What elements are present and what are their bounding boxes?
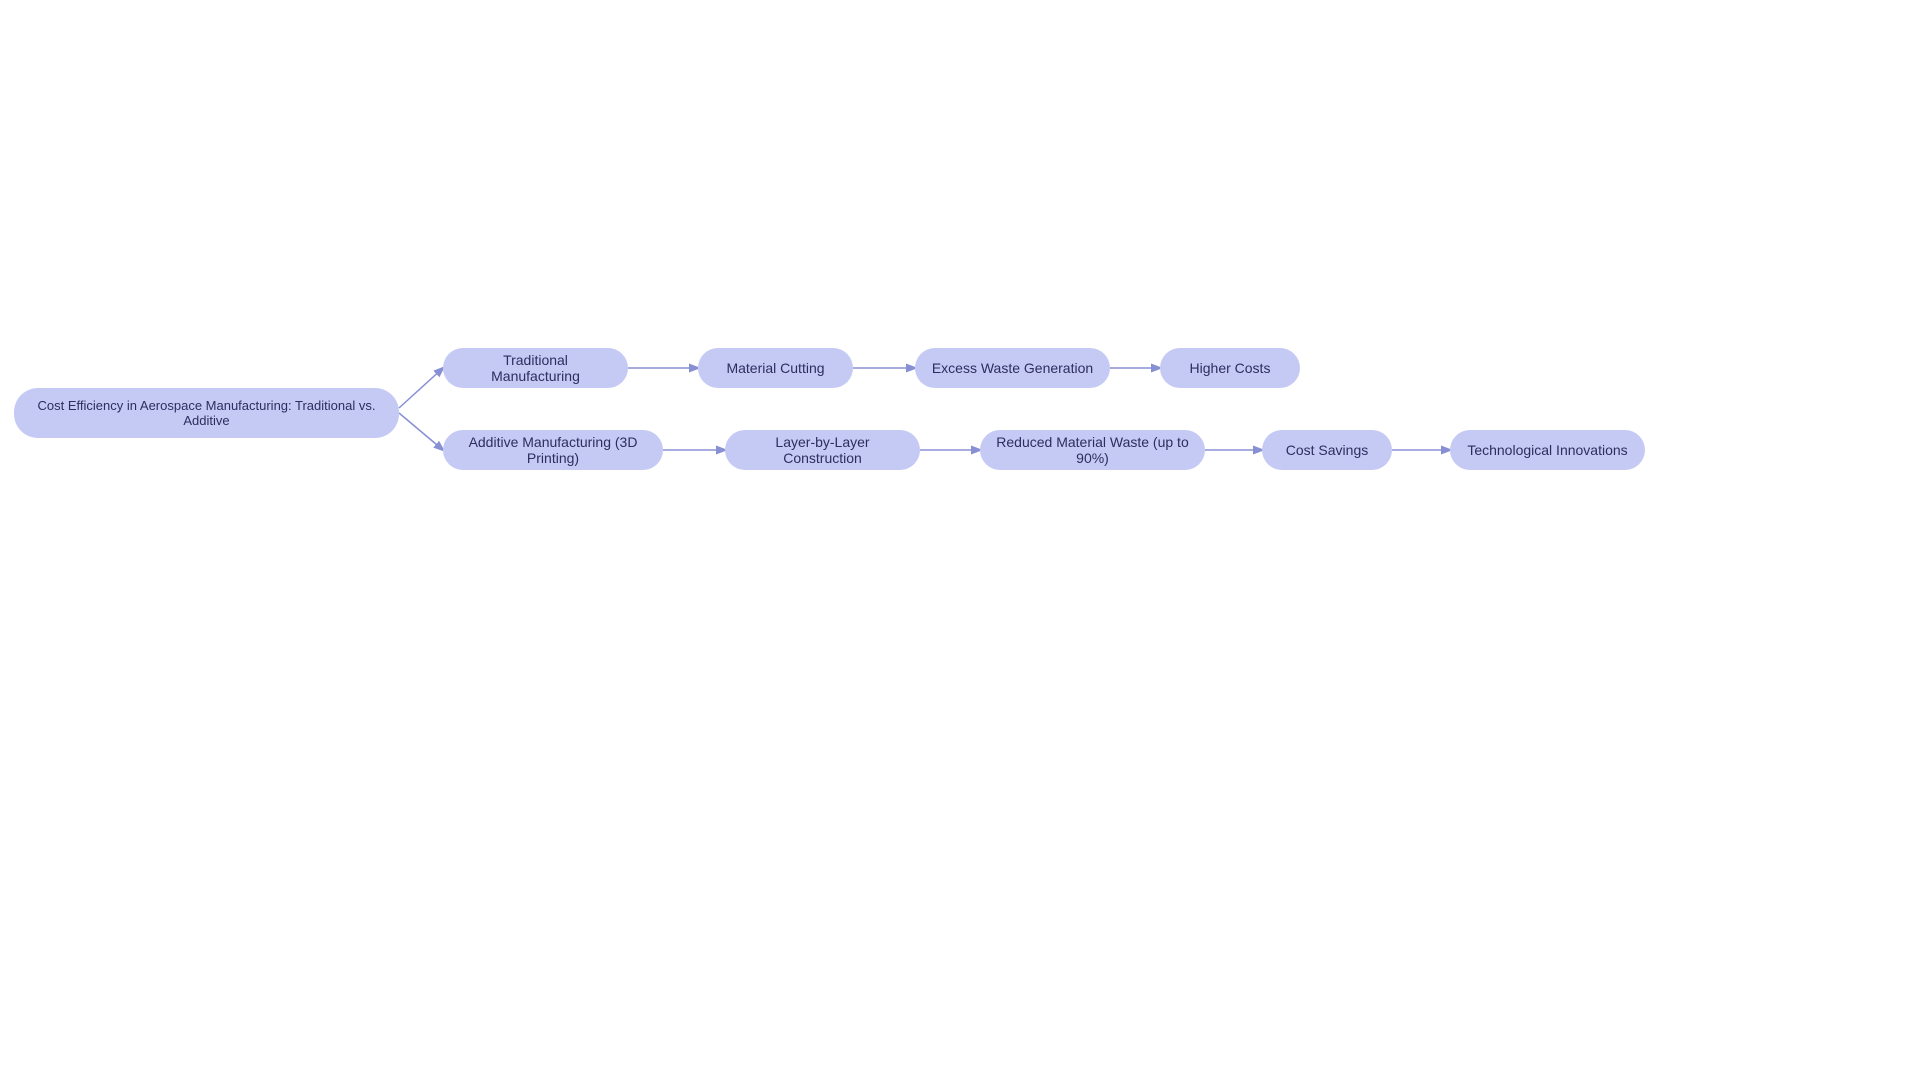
node-technological-innovations[interactable]: Technological Innovations [1450, 430, 1645, 470]
connector-layer [0, 0, 1920, 1083]
excess-waste-label: Excess Waste Generation [932, 360, 1093, 376]
reduced-waste-label: Reduced Material Waste (up to 90%) [996, 434, 1189, 466]
node-reduced-waste[interactable]: Reduced Material Waste (up to 90%) [980, 430, 1205, 470]
diagram-container: Cost Efficiency in Aerospace Manufacturi… [0, 0, 1920, 1083]
additive-mfg-label: Additive Manufacturing (3D Printing) [459, 434, 647, 466]
root-node[interactable]: Cost Efficiency in Aerospace Manufacturi… [14, 388, 399, 438]
layer-by-layer-label: Layer-by-Layer Construction [741, 434, 904, 466]
node-layer-by-layer[interactable]: Layer-by-Layer Construction [725, 430, 920, 470]
material-cutting-label: Material Cutting [726, 360, 824, 376]
node-excess-waste[interactable]: Excess Waste Generation [915, 348, 1110, 388]
node-material-cutting[interactable]: Material Cutting [698, 348, 853, 388]
node-traditional-manufacturing[interactable]: Traditional Manufacturing [443, 348, 628, 388]
node-additive-manufacturing[interactable]: Additive Manufacturing (3D Printing) [443, 430, 663, 470]
trad-mfg-label: Traditional Manufacturing [459, 352, 612, 384]
node-cost-savings[interactable]: Cost Savings [1262, 430, 1392, 470]
higher-costs-label: Higher Costs [1190, 360, 1271, 376]
cost-savings-label: Cost Savings [1286, 442, 1368, 458]
node-higher-costs[interactable]: Higher Costs [1160, 348, 1300, 388]
tech-innovations-label: Technological Innovations [1467, 442, 1627, 458]
root-node-label: Cost Efficiency in Aerospace Manufacturi… [30, 398, 383, 428]
